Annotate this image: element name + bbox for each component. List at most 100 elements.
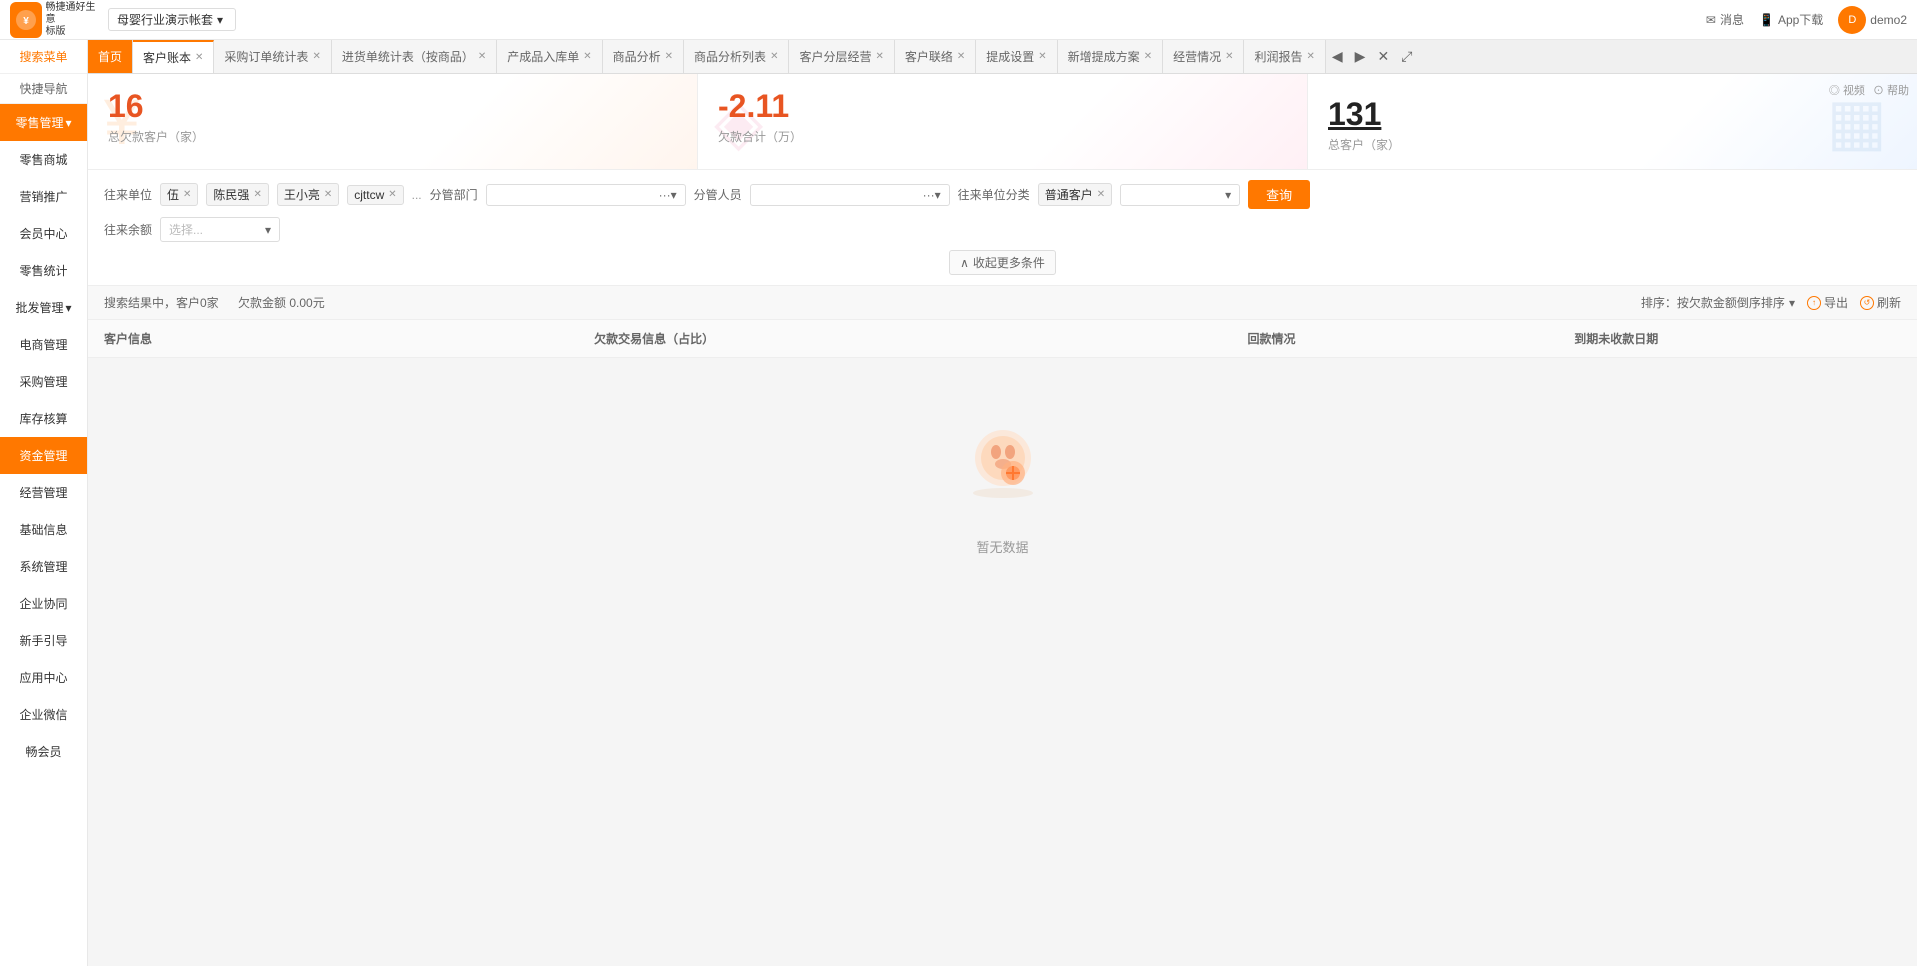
category-dropdown-icon: ▾ <box>1225 188 1231 202</box>
summary-card-total-debtors: ¥ 16 总欠款客户（家） <box>88 74 698 169</box>
tab-profit-report[interactable]: 利润报告 ✕ <box>1244 40 1325 74</box>
tab-customer-segment[interactable]: 客户分层经营 ✕ <box>789 40 894 74</box>
tab-close-purchase-stats[interactable]: ✕ <box>312 51 320 62</box>
refresh-btn[interactable]: ↺ 刷新 <box>1860 294 1901 311</box>
tab-close-product-analysis-list[interactable]: ✕ <box>770 51 778 62</box>
sidebar-item-sys-mgmt[interactable]: 系统管理 <box>0 548 87 585</box>
remove-unit1-btn[interactable]: ✕ <box>183 189 191 200</box>
card1-value: 16 <box>108 90 677 122</box>
sort-chevron-icon: ▾ <box>1789 296 1795 310</box>
sidebar-item-inventory[interactable]: 库存核算 <box>0 400 87 437</box>
sidebar-item-member-center[interactable]: 会员中心 <box>0 215 87 252</box>
person-select[interactable]: ··· ▾ <box>750 184 950 206</box>
page-content: ¥ 16 总欠款客户（家） ◈ -2.11 欠款合计（万） ▦ ◎ 视频 ⊙ 帮… <box>88 74 1917 966</box>
tab-close-commission-settings[interactable]: ✕ <box>1038 51 1046 62</box>
tab-home[interactable]: 首页 <box>88 40 133 74</box>
sidebar-item-app-center[interactable]: 应用中心 <box>0 659 87 696</box>
result-bar-right: 排序：按欠款金额倒序排序 ▾ ↑ 导出 ↺ 刷新 <box>1641 294 1901 311</box>
filter-tag-unit2: 陈民强 ✕ <box>206 183 268 206</box>
tab-maximize-btn[interactable]: ⤢ <box>1395 48 1418 65</box>
collapse-icon: ∧ <box>960 256 969 270</box>
query-btn[interactable]: 查询 <box>1248 180 1310 209</box>
sidebar-item-basic-info[interactable]: 基础信息 <box>0 511 87 548</box>
download-icon: 📱 <box>1759 13 1774 27</box>
sidebar-item-enterprise-collab[interactable]: 企业协同 <box>0 585 87 622</box>
tab-product-analysis-list[interactable]: 商品分析列表 ✕ <box>684 40 789 74</box>
sort-btn[interactable]: 排序：按欠款金额倒序排序 ▾ <box>1641 294 1795 311</box>
empty-icon <box>958 418 1048 527</box>
empty-state: 暂无数据 <box>88 358 1917 616</box>
dept-more-icon: ··· <box>659 188 671 202</box>
remove-unit2-btn[interactable]: ✕ <box>253 189 261 200</box>
balance-select[interactable]: 选择... ▾ <box>160 217 280 242</box>
col-debt-info: 欠款交易信息（占比） <box>594 330 1247 347</box>
card3-label: 总客户（家） <box>1328 136 1897 153</box>
tab-product-analysis[interactable]: 商品分析 ✕ <box>603 40 684 74</box>
col-customer-info: 客户信息 <box>104 330 594 347</box>
app-download-btn[interactable]: 📱 App下载 <box>1759 11 1823 28</box>
tab-close-ops-status[interactable]: ✕ <box>1225 51 1233 62</box>
tab-close-profit-report[interactable]: ✕ <box>1307 51 1315 62</box>
remove-category1-btn[interactable]: ✕ <box>1097 189 1105 200</box>
user-area[interactable]: D demo2 <box>1838 6 1907 34</box>
sidebar-item-member[interactable]: 畅会员 <box>0 733 87 770</box>
tab-prev-btn[interactable]: ◀ <box>1326 48 1349 65</box>
tab-commission-settings[interactable]: 提成设置 ✕ <box>976 40 1057 74</box>
sidebar-item-new-guide[interactable]: 新手引导 <box>0 622 87 659</box>
sidebar-item-retail-stats[interactable]: 零售统计 <box>0 252 87 289</box>
sidebar-item-marketing[interactable]: 营销推广 <box>0 178 87 215</box>
sidebar-item-ecommerce-mgmt[interactable]: 电商管理 <box>0 326 87 363</box>
dept-dropdown-icon: ▾ <box>671 188 677 202</box>
category-select[interactable]: ▾ <box>1120 184 1240 206</box>
sidebar-item-retail-mgmt[interactable]: 零售管理 ▾ <box>0 104 87 141</box>
tab-close-incoming-stats[interactable]: ✕ <box>478 51 486 62</box>
sidebar-item-purchase-mgmt[interactable]: 采购管理 <box>0 363 87 400</box>
tab-customer-contact[interactable]: 客户联络 ✕ <box>895 40 976 74</box>
tab-close-all-btn[interactable]: ✕ <box>1371 48 1395 65</box>
tab-close-customer-segment[interactable]: ✕ <box>875 51 883 62</box>
tab-purchase-stats[interactable]: 采购订单统计表 ✕ <box>214 40 331 74</box>
sidebar-search[interactable]: 搜索菜单 <box>0 40 87 74</box>
message-btn[interactable]: ✉ 消息 <box>1706 11 1744 28</box>
export-icon: ↑ <box>1807 296 1821 310</box>
sidebar-item-ops-mgmt[interactable]: 经营管理 <box>0 474 87 511</box>
username: demo2 <box>1870 13 1907 27</box>
avatar: D <box>1838 6 1866 34</box>
person-filter-label: 分管人员 <box>694 186 742 203</box>
empty-text: 暂无数据 <box>976 537 1028 556</box>
sidebar-item-wholesale-mgmt[interactable]: 批发管理 ▾ <box>0 289 87 326</box>
sidebar-quick-nav[interactable]: 快捷导航 <box>0 74 87 104</box>
tab-close-customer-accounts[interactable]: ✕ <box>195 52 203 63</box>
tab-close-new-commission[interactable]: ✕ <box>1144 51 1152 62</box>
category-filter-label: 往来单位分类 <box>958 186 1030 203</box>
summary-card-total-customers: ▦ ◎ 视频 ⊙ 帮助 131 总客户（家） <box>1308 74 1917 169</box>
tab-customer-accounts[interactable]: 客户账本 ✕ <box>133 40 214 74</box>
tab-next-btn[interactable]: ▶ <box>1349 48 1372 65</box>
result-bar: 搜索结果中，客户0家 欠款金额 0.00元 排序：按欠款金额倒序排序 ▾ ↑ 导… <box>88 286 1917 320</box>
tab-close-production-inbound[interactable]: ✕ <box>583 51 591 62</box>
enterprise-select[interactable]: 母婴行业演示帐套 ▾ <box>108 8 236 31</box>
balance-dropdown-icon: ▾ <box>265 223 271 237</box>
tab-close-product-analysis[interactable]: ✕ <box>665 51 673 62</box>
top-bar: ¥ 畅捷通好生意 标版 母婴行业演示帐套 ▾ ✉ 消息 📱 App下载 D de… <box>0 0 1917 40</box>
sidebar-item-capital-mgmt[interactable]: 资金管理 <box>0 437 87 474</box>
sidebar-item-retail-mall[interactable]: 零售商城 <box>0 141 87 178</box>
remove-unit3-btn[interactable]: ✕ <box>324 189 332 200</box>
tab-incoming-stats[interactable]: 进货单统计表（按商品） ✕ <box>332 40 497 74</box>
help-btn[interactable]: ⊙ 帮助 <box>1873 82 1909 98</box>
tab-ops-status[interactable]: 经营情况 ✕ <box>1163 40 1244 74</box>
col-repayment: 回款情况 <box>1248 330 1575 347</box>
person-more-icon: ··· <box>923 188 935 202</box>
tab-production-inbound[interactable]: 产成品入库单 ✕ <box>497 40 602 74</box>
dept-filter-label: 分管部门 <box>430 186 478 203</box>
collapse-btn[interactable]: ∧ 收起更多条件 <box>949 250 1056 275</box>
dept-select[interactable]: ··· ▾ <box>486 184 686 206</box>
sidebar-item-enterprise-wx[interactable]: 企业微信 <box>0 696 87 733</box>
tab-close-customer-contact[interactable]: ✕ <box>957 51 965 62</box>
more-unit-tags[interactable]: ... <box>412 188 422 202</box>
tab-bar: 首页 客户账本 ✕ 采购订单统计表 ✕ 进货单统计表（按商品） ✕ 产成品入库单… <box>88 40 1917 74</box>
export-btn[interactable]: ↑ 导出 <box>1807 294 1848 311</box>
tab-new-commission[interactable]: 新增提成方案 ✕ <box>1058 40 1163 74</box>
remove-unit4-btn[interactable]: ✕ <box>388 189 396 200</box>
video-btn[interactable]: ◎ 视频 <box>1829 82 1865 98</box>
